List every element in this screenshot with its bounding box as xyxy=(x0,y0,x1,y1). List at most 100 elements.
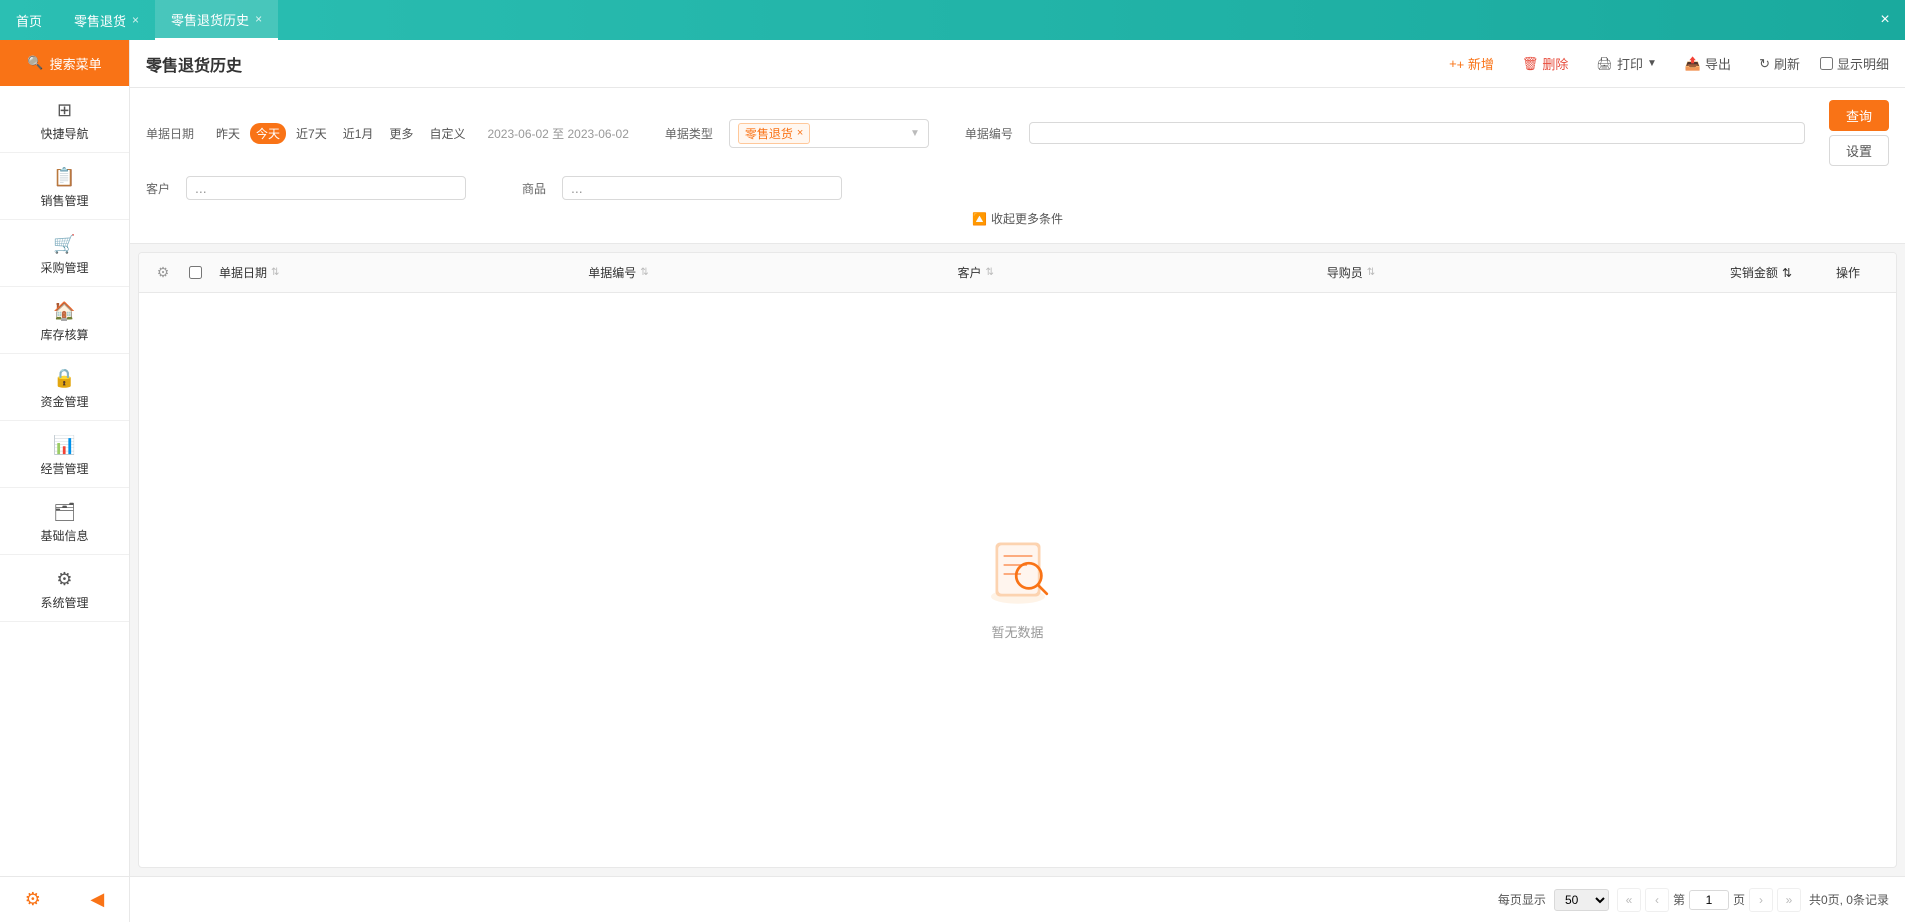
page-next-button[interactable]: › xyxy=(1749,888,1773,912)
print-button[interactable]: 🖨 打印 ▼ xyxy=(1588,50,1664,77)
refresh-icon: ↻ xyxy=(1759,56,1770,72)
type-dropdown-icon: ▼ xyxy=(910,128,920,139)
select-all-checkbox[interactable] xyxy=(189,266,202,279)
sidebar-item-business-mgmt[interactable]: 📊 经营管理 xyxy=(0,421,129,488)
filter-settings-button[interactable]: 设置 xyxy=(1829,135,1889,166)
collapse-icon: 🔼 xyxy=(972,212,987,226)
tab-close-retail-return[interactable]: × xyxy=(132,13,139,27)
sidebar-item-system-mgmt[interactable]: ⚙ 系统管理 xyxy=(0,555,129,622)
collapse-button[interactable]: 🔼 收起更多条件 xyxy=(972,210,1063,227)
sort-number-icon: ⇅ xyxy=(640,267,648,278)
new-icon: + xyxy=(1449,56,1457,71)
page-input[interactable] xyxy=(1689,890,1729,910)
delete-button[interactable]: 🗑 删除 xyxy=(1514,50,1577,77)
table-column-settings[interactable]: ⚙ xyxy=(147,264,179,281)
empty-illustration xyxy=(973,520,1063,610)
table-container: ⚙ 单据日期 ⇅ 单据编号 ⇅ 客户 ⇅ 导购员 ⇅ xyxy=(138,252,1897,868)
sidebar-item-quick-nav[interactable]: ⊞ 快捷导航 xyxy=(0,86,129,153)
sidebar-item-finance[interactable]: 🔒 资金管理 xyxy=(0,354,129,421)
th-date[interactable]: 单据日期 ⇅ xyxy=(211,264,580,281)
date-btn-custom[interactable]: 自定义 xyxy=(423,123,471,144)
page-label: 第 xyxy=(1673,891,1685,908)
sidebar-menu: ⊞ 快捷导航 📋 销售管理 🛒 采购管理 🏠 库存核算 🔒 资金管理 📊 xyxy=(0,86,129,876)
sidebar-item-purchase-mgmt[interactable]: 🛒 采购管理 xyxy=(0,220,129,287)
empty-state: 暂无数据 xyxy=(139,293,1896,867)
display-switch: 显示明细 xyxy=(1820,54,1889,73)
page-last-button[interactable]: » xyxy=(1777,888,1801,912)
page-first-button[interactable]: « xyxy=(1617,888,1641,912)
content-area: 零售退货历史 + + 新增 🗑 删除 🖨 打印 ▼ 📤 导出 xyxy=(130,40,1905,922)
page-nav: « ‹ 第 页 › » xyxy=(1617,888,1801,912)
basic-info-icon: 🗂 xyxy=(53,502,76,523)
page-size-select[interactable]: 20 50 100 xyxy=(1554,889,1609,911)
sidebar-bottom: ⚙ ◀ xyxy=(0,876,129,922)
collapse-row: 🔼 收起更多条件 xyxy=(146,210,1889,235)
page-size-label: 每页显示 xyxy=(1498,891,1546,908)
tab-retail-return[interactable]: 零售退货 × xyxy=(58,0,155,40)
collapse-sidebar-icon[interactable]: ◀ xyxy=(90,889,104,910)
tab-home[interactable]: 首页 xyxy=(0,0,58,40)
type-tag: 零售退货 × xyxy=(738,123,810,144)
goods-filter-select[interactable]: ... xyxy=(562,176,842,200)
type-filter-select[interactable]: 零售退货 × ▼ xyxy=(729,119,929,148)
refresh-button[interactable]: ↻ 刷新 xyxy=(1751,50,1808,77)
header-actions: + + 新增 🗑 删除 🖨 打印 ▼ 📤 导出 ↻ xyxy=(1441,50,1889,77)
window-close-button[interactable]: × xyxy=(1865,0,1905,40)
date-range-display: 2023-06-02 至 2023-06-02 xyxy=(487,125,628,142)
type-tag-close[interactable]: × xyxy=(797,127,803,139)
customer-filter-label: 客户 xyxy=(146,180,170,197)
th-actions: 操作 xyxy=(1808,264,1888,281)
page-title: 零售退货历史 xyxy=(146,52,242,76)
date-btn-more[interactable]: 更多 xyxy=(383,123,419,144)
empty-text: 暂无数据 xyxy=(991,622,1043,641)
inventory-icon: 🏠 xyxy=(53,301,75,322)
th-guide[interactable]: 导购员 ⇅ xyxy=(1319,264,1688,281)
delete-icon: 🗑 xyxy=(1522,56,1539,72)
th-customer[interactable]: 客户 ⇅ xyxy=(950,264,1319,281)
pagination: 每页显示 20 50 100 « ‹ 第 页 › » 共0页, 0条记录 xyxy=(130,876,1905,922)
sidebar-search[interactable]: 🔍 搜索菜单 xyxy=(0,40,129,86)
tab-retail-return-history[interactable]: 零售退货历史 × xyxy=(155,0,278,40)
date-btn-7days[interactable]: 近7天 xyxy=(290,123,333,144)
sort-amount-icon: ⇅ xyxy=(1782,266,1792,280)
total-info: 共0页, 0条记录 xyxy=(1809,891,1889,908)
sidebar-item-inventory[interactable]: 🏠 库存核算 xyxy=(0,287,129,354)
top-bar: 首页 零售退货 × 零售退货历史 × × xyxy=(0,0,1905,40)
business-mgmt-icon: 📊 xyxy=(53,435,75,456)
sort-customer-icon: ⇅ xyxy=(986,267,994,278)
table-header: ⚙ 单据日期 ⇅ 单据编号 ⇅ 客户 ⇅ 导购员 ⇅ xyxy=(139,253,1896,293)
customer-filter-select[interactable]: ... xyxy=(186,176,466,200)
query-btn-group: 查询 设置 xyxy=(1829,100,1889,166)
purchase-mgmt-icon: 🛒 xyxy=(53,234,75,255)
th-amount[interactable]: 实销金额 ⇅ xyxy=(1688,264,1808,281)
number-filter-input[interactable] xyxy=(1029,122,1805,144)
type-filter-label: 单据类型 xyxy=(665,125,713,142)
page-end-label: 页 xyxy=(1733,891,1745,908)
sidebar-item-sales-mgmt[interactable]: 📋 销售管理 xyxy=(0,153,129,220)
system-mgmt-icon: ⚙ xyxy=(56,569,72,590)
number-filter-label: 单据编号 xyxy=(965,125,1013,142)
table-select-all[interactable] xyxy=(179,266,211,279)
sort-date-icon: ⇅ xyxy=(271,267,279,278)
print-dropdown-icon: ▼ xyxy=(1647,58,1657,69)
settings-bottom-icon[interactable]: ⚙ xyxy=(25,889,41,910)
display-detail-checkbox[interactable] xyxy=(1820,57,1833,70)
date-btn-today[interactable]: 今天 xyxy=(250,123,286,144)
query-button[interactable]: 查询 xyxy=(1829,100,1889,131)
quick-nav-icon: ⊞ xyxy=(57,100,72,121)
sidebar: 🔍 搜索菜单 ⊞ 快捷导航 📋 销售管理 🛒 采购管理 🏠 库存核算 🔒 xyxy=(0,40,130,922)
page-prev-button[interactable]: ‹ xyxy=(1645,888,1669,912)
sales-mgmt-icon: 📋 xyxy=(53,167,75,188)
search-icon: 🔍 xyxy=(27,55,43,71)
th-number[interactable]: 单据编号 ⇅ xyxy=(580,264,949,281)
date-filter-btns: 昨天 今天 近7天 近1月 更多 自定义 xyxy=(210,123,471,144)
sidebar-item-basic-info[interactable]: 🗂 基础信息 xyxy=(0,488,129,555)
tab-close-history[interactable]: × xyxy=(255,12,262,26)
new-button[interactable]: + + 新增 xyxy=(1441,50,1502,77)
date-btn-yesterday[interactable]: 昨天 xyxy=(210,123,246,144)
main-layout: 🔍 搜索菜单 ⊞ 快捷导航 📋 销售管理 🛒 采购管理 🏠 库存核算 🔒 xyxy=(0,40,1905,922)
date-filter-label: 单据日期 xyxy=(146,125,194,142)
export-button[interactable]: 📤 导出 xyxy=(1677,50,1739,77)
date-btn-1month[interactable]: 近1月 xyxy=(337,123,380,144)
finance-icon: 🔒 xyxy=(53,368,75,389)
